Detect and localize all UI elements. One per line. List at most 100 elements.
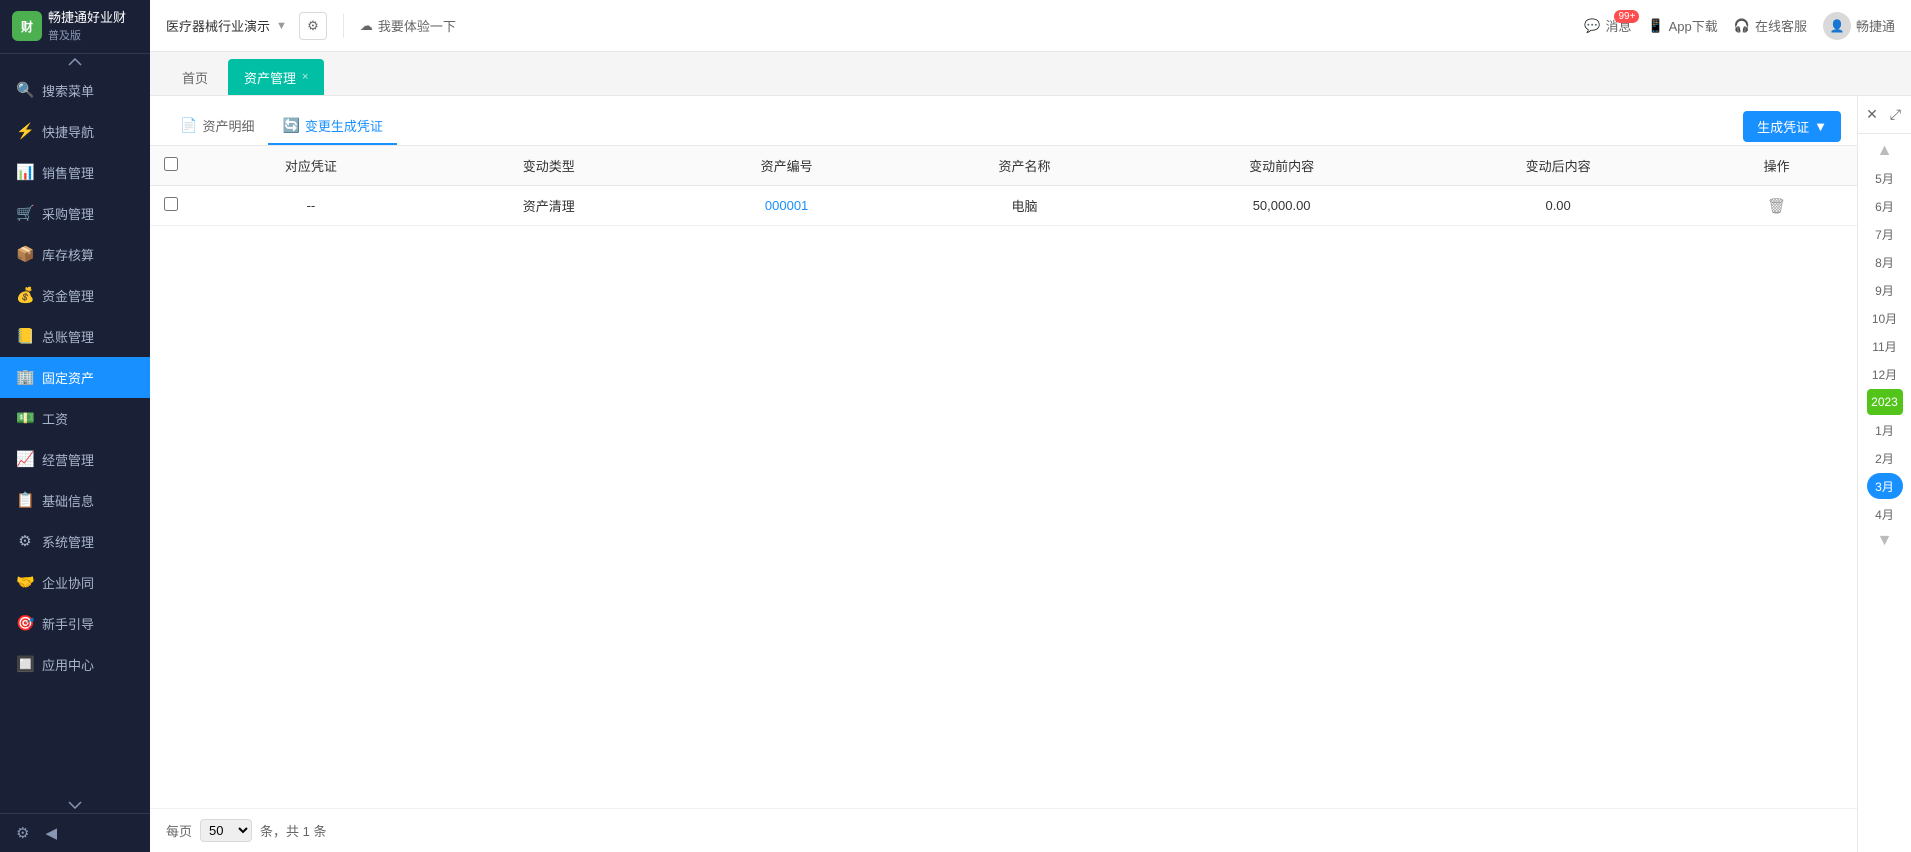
sidebar-item-label: 应用中心 (42, 655, 94, 674)
panel-expand-button[interactable]: ⤢ (1886, 104, 1905, 125)
ops-icon: 📈 (16, 450, 34, 468)
headset-icon: 🎧 (1734, 18, 1750, 34)
timeline-month-12[interactable]: 12月 (1867, 361, 1903, 387)
total-label: 条，共 1 条 (260, 821, 326, 840)
asset-detail-icon: 📄 (180, 117, 197, 134)
subtab-asset-detail[interactable]: 📄 资产明细 (166, 108, 268, 145)
sidebar-item-sales[interactable]: 📊 销售管理 (0, 152, 150, 193)
timeline-month-4[interactable]: 4月 (1867, 501, 1903, 527)
sidebar-item-app-center[interactable]: 🔲 应用中心 (0, 644, 150, 685)
sidebar-bottom: ⚙ ◀ (0, 813, 150, 852)
timeline-year-2023[interactable]: 2023 (1867, 389, 1903, 415)
sidebar-scroll-up[interactable] (0, 54, 150, 70)
company-selector[interactable]: 医疗器械行业演示 ▼ (166, 16, 287, 35)
panel-header: ✕ ⤢ (1858, 96, 1911, 134)
row-action-cell: 🗑 (1696, 186, 1857, 226)
company-name: 医疗器械行业演示 (166, 16, 270, 35)
col-before: 变动前内容 (1143, 146, 1420, 186)
message-icon: 💬 (1584, 18, 1600, 34)
select-all-checkbox[interactable] (164, 157, 178, 171)
sidebar-item-quick-nav[interactable]: ⚡ 快捷导航 (0, 111, 150, 152)
app-download-button[interactable]: 📱 App下载 (1647, 16, 1717, 35)
change-voucher-icon: 🔄 (282, 117, 299, 134)
sidebar-item-label: 经营管理 (42, 450, 94, 469)
timeline-down-nav[interactable]: ▼ (1873, 528, 1897, 554)
generate-voucher-label: 生成凭证 (1757, 117, 1809, 136)
timeline-month-6[interactable]: 6月 (1867, 193, 1903, 219)
guide-icon: 🎯 (16, 614, 34, 632)
row-checkbox-cell (150, 186, 192, 226)
sidebar-item-search[interactable]: 🔍 搜索菜单 (0, 70, 150, 111)
sidebar-item-label: 总账管理 (42, 327, 94, 346)
timeline-up-nav[interactable]: ▲ (1873, 138, 1897, 164)
timeline-month-8[interactable]: 8月 (1867, 249, 1903, 275)
sidebar-item-operations[interactable]: 📈 经营管理 (0, 439, 150, 480)
sidebar-item-label: 企业协同 (42, 573, 94, 592)
sidebar-item-payroll[interactable]: 💵 工资 (0, 398, 150, 439)
online-service-button[interactable]: 🎧 在线客服 (1734, 16, 1807, 35)
sidebar-scroll-down[interactable] (0, 797, 150, 813)
feedback-button[interactable]: ☁ 我要体验一下 (360, 16, 456, 35)
user-menu[interactable]: 👤 畅捷通 (1823, 12, 1895, 40)
gear-icon: ⚙ (307, 18, 319, 34)
settings-bottom-icon[interactable]: ⚙ (16, 824, 29, 842)
tab-home[interactable]: 首页 (166, 59, 224, 95)
sidebar-item-base-info[interactable]: 📋 基础信息 (0, 480, 150, 521)
col-voucher: 对应凭证 (192, 146, 430, 186)
timeline-month-3[interactable]: 3月 (1867, 473, 1903, 499)
lightning-icon: ⚡ (16, 122, 34, 140)
sidebar-item-fixed-assets[interactable]: 🏢 固定资产 (0, 357, 150, 398)
col-change-type: 变动类型 (430, 146, 668, 186)
tab-asset-mgmt-label: 资产管理 (244, 68, 296, 87)
chart-icon: 📊 (16, 163, 34, 181)
timeline-month-9[interactable]: 9月 (1867, 277, 1903, 303)
app-name: 畅捷通好业财 (48, 10, 126, 27)
book-icon: 📒 (16, 327, 34, 345)
feedback-icon: ☁ (360, 18, 373, 34)
sidebar-item-inventory[interactable]: 📦 库存核算 (0, 234, 150, 275)
per-page-select[interactable]: 50 10 20 100 (200, 819, 252, 842)
app-logo-icon: 财 (12, 11, 42, 41)
system-icon: ⚙ (16, 532, 34, 550)
info-icon: 📋 (16, 491, 34, 509)
timeline-month-7[interactable]: 7月 (1867, 221, 1903, 247)
sidebar-item-purchase[interactable]: 🛒 采购管理 (0, 193, 150, 234)
tab-asset-mgmt[interactable]: 资产管理 × (228, 59, 324, 95)
sidebar-item-funds[interactable]: 💰 资金管理 (0, 275, 150, 316)
select-all-col (150, 146, 192, 186)
messages-badge: 99+ (1614, 10, 1639, 23)
generate-voucher-button[interactable]: 生成凭证 ▼ (1743, 111, 1841, 142)
sidebar: 财 畅捷通好业财 普及版 🔍 搜索菜单 ⚡ 快捷导航 📊 销售管理 🛒 采购管理… (0, 0, 150, 852)
dropdown-arrow-icon: ▼ (1814, 119, 1827, 134)
tab-close-icon[interactable]: × (302, 71, 308, 83)
sidebar-item-ledger[interactable]: 📒 总账管理 (0, 316, 150, 357)
settings-button[interactable]: ⚙ (299, 12, 327, 40)
timeline-month-2[interactable]: 2月 (1867, 445, 1903, 471)
sidebar-item-corp-collab[interactable]: 🤝 企业协同 (0, 562, 150, 603)
subtab-change-voucher[interactable]: 🔄 变更生成凭证 (268, 108, 396, 145)
delete-button[interactable]: 🗑 (1767, 198, 1786, 215)
timeline-month-5[interactable]: 5月 (1867, 165, 1903, 191)
collab-icon: 🤝 (16, 573, 34, 591)
row-after: 0.00 (1420, 186, 1697, 226)
sidebar-item-guide[interactable]: 🎯 新手引导 (0, 603, 150, 644)
pagination: 每页 50 10 20 100 条，共 1 条 (150, 808, 1857, 852)
avatar: 👤 (1823, 12, 1851, 40)
timeline-month-11[interactable]: 11月 (1867, 333, 1903, 359)
row-change-type: 资产清理 (430, 186, 668, 226)
table-container: 对应凭证 变动类型 资产编号 资产名称 变动前内容 变动后内容 操作 (150, 146, 1857, 808)
content-area: 📄 资产明细 🔄 变更生成凭证 生成凭证 ▼ (150, 96, 1857, 852)
panel-close-button[interactable]: ✕ (1862, 104, 1882, 125)
sidebar-item-system[interactable]: ⚙ 系统管理 (0, 521, 150, 562)
messages-button[interactable]: 💬 消息 99+ (1584, 16, 1631, 35)
topbar-right: 💬 消息 99+ 📱 App下载 🎧 在线客服 👤 畅捷通 (1584, 12, 1895, 40)
collapse-icon[interactable]: ◀ (45, 824, 57, 842)
search-icon: 🔍 (16, 81, 34, 99)
sidebar-item-label: 搜索菜单 (42, 81, 94, 100)
timeline-month-10[interactable]: 10月 (1867, 305, 1903, 331)
sidebar-nav: 🔍 搜索菜单 ⚡ 快捷导航 📊 销售管理 🛒 采购管理 📦 库存核算 💰 资金管… (0, 70, 150, 797)
timeline-month-1[interactable]: 1月 (1867, 417, 1903, 443)
cart-icon: 🛒 (16, 204, 34, 222)
row-checkbox[interactable] (164, 197, 178, 211)
tab-home-label: 首页 (182, 68, 208, 87)
